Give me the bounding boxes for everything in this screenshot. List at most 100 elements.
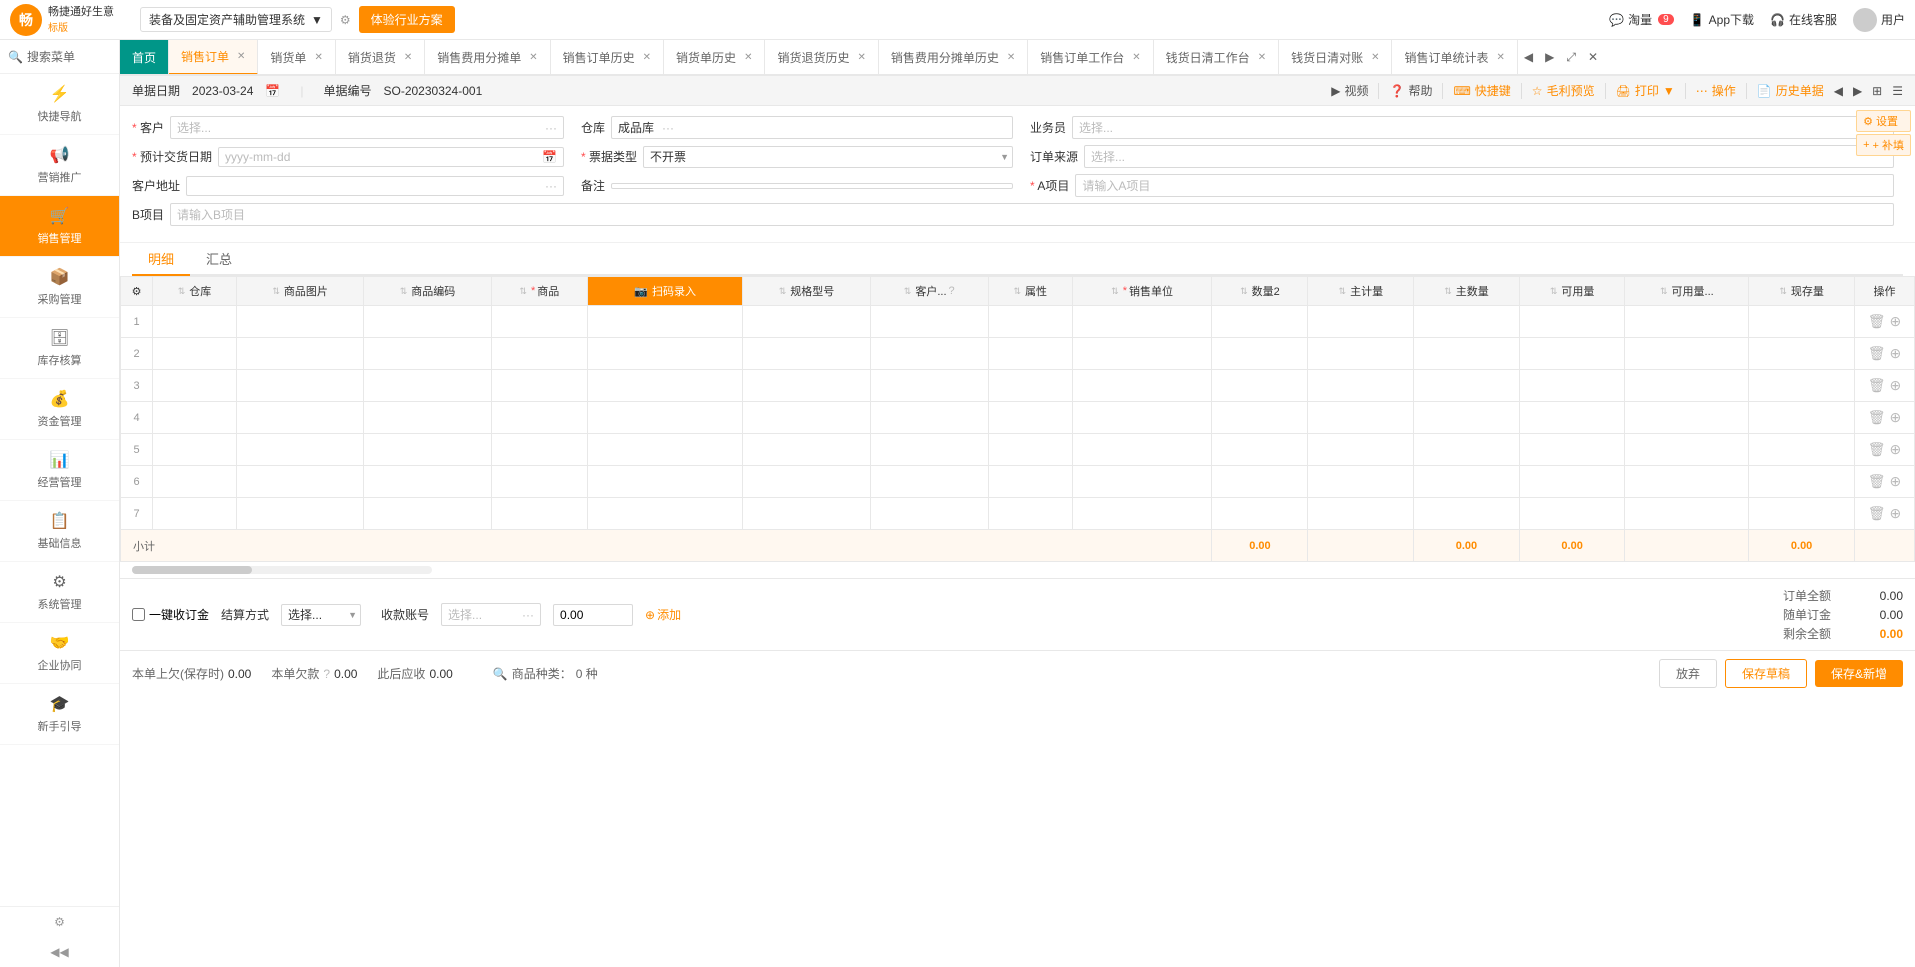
sidebar-item-guide[interactable]: 🎓 新手引导 (0, 684, 119, 745)
row-product-code-cell[interactable] (364, 306, 491, 338)
online-support-btn[interactable]: 🎧 在线客服 (1770, 11, 1837, 28)
list-view-btn[interactable]: ☰ (1892, 84, 1903, 98)
tab-next-btn[interactable]: ▶ (1539, 40, 1560, 75)
row-qty2-cell[interactable] (1212, 306, 1308, 338)
tab-cash-daily-reconcile[interactable]: 钱货日清对账 ✕ (1279, 40, 1392, 75)
delete-icon[interactable]: 🗑 (1868, 505, 1886, 522)
sidebar-item-basic[interactable]: 📋 基础信息 (0, 501, 119, 562)
table-settings-icon[interactable]: ⚙ (132, 286, 142, 298)
tab-cash-daily-workbench[interactable]: 钱货日清工作台 ✕ (1154, 40, 1279, 75)
tab-home[interactable]: 首页 (120, 40, 169, 75)
detail-tab-detail[interactable]: 明细 (132, 243, 190, 276)
messages-btn[interactable]: 💬 淘量 9 (1609, 11, 1674, 28)
tab-sales-order[interactable]: 销售订单 ✕ (169, 40, 258, 75)
save-new-btn[interactable]: 保存&新增 (1815, 660, 1903, 687)
tab-close-icon[interactable]: ✕ (744, 52, 752, 63)
discard-btn[interactable]: 放弃 (1659, 659, 1717, 688)
tab-close-icon[interactable]: ✕ (1132, 52, 1140, 63)
expand-icon[interactable]: ··· (545, 179, 557, 193)
save-draft-btn[interactable]: 保存草稿 (1725, 659, 1807, 688)
expand-icon[interactable]: ··· (522, 608, 534, 622)
system-selector[interactable]: 装备及固定资产辅助管理系统 ▼ (140, 7, 332, 32)
row-main-unit-cell[interactable] (1308, 306, 1414, 338)
profit-btn[interactable]: ☆ 毛利预览 (1532, 82, 1595, 99)
tab-close-all-btn[interactable]: ✕ (1582, 40, 1604, 75)
print-btn[interactable]: 🖨 打印 ▼ (1616, 82, 1675, 99)
one-click-deposit-checkbox[interactable] (132, 608, 145, 621)
scan-col-header[interactable]: 📷 扫码录入 (588, 277, 743, 306)
tab-close-icon[interactable]: ✕ (529, 52, 537, 63)
sidebar-item-quick-nav[interactable]: ⚡ 快捷导航 (0, 74, 119, 135)
address-field[interactable]: ··· (186, 176, 564, 196)
shortcut-btn[interactable]: ⌨ 快捷键 (1453, 82, 1510, 99)
add-fields-btn[interactable]: + + 补填 (1856, 134, 1911, 156)
a-project-field[interactable]: 请输入A项目 (1075, 174, 1894, 197)
b-project-field[interactable]: 请输入B项目 (170, 203, 1894, 226)
tab-sales-order-history[interactable]: 销售订单历史 ✕ (551, 40, 664, 75)
copy-icon[interactable]: ⊕ (1890, 345, 1902, 362)
row-warehouse-cell[interactable] (153, 306, 237, 338)
sidebar-settings-btn[interactable]: ⚙ (0, 907, 119, 937)
tab-prev-btn[interactable]: ◀ (1518, 40, 1539, 75)
tab-close-icon[interactable]: ✕ (643, 52, 651, 63)
copy-icon[interactable]: ⊕ (1890, 377, 1902, 394)
copy-icon[interactable]: ⊕ (1890, 409, 1902, 426)
delete-icon[interactable]: 🗑 (1868, 377, 1886, 394)
row-spec-cell[interactable] (743, 306, 870, 338)
sidebar-item-enterprise[interactable]: 🤝 企业协同 (0, 623, 119, 684)
delete-icon[interactable]: 🗑 (1868, 441, 1886, 458)
app-download-btn[interactable]: 📱 App下载 (1690, 11, 1754, 28)
tab-close-icon[interactable]: ✕ (1007, 52, 1015, 63)
scroll-track[interactable] (132, 566, 432, 574)
tab-close-icon[interactable]: ✕ (857, 52, 865, 63)
tab-sales-expense-split[interactable]: 销售费用分摊单 ✕ (425, 40, 550, 75)
sidebar-item-finance[interactable]: 💰 资金管理 (0, 379, 119, 440)
settings-col-header[interactable]: ⚙ (121, 277, 153, 306)
copy-icon[interactable]: ⊕ (1890, 313, 1902, 330)
order-source-field[interactable]: 选择... (1084, 145, 1894, 168)
tab-sales-refund[interactable]: 销货退货 ✕ (336, 40, 425, 75)
delivery-date-field[interactable]: yyyy-mm-dd 📅 (218, 147, 564, 167)
warehouse-field[interactable]: 成品库 ··· (611, 116, 1013, 139)
settings-btn[interactable]: ⚙ 设置 (1856, 110, 1911, 132)
row-attribute-cell[interactable] (988, 306, 1072, 338)
sidebar-collapse-btn[interactable]: ◀◀ (0, 937, 119, 967)
sidebar-item-ops[interactable]: 📊 经营管理 (0, 440, 119, 501)
invoice-type-input[interactable]: 不开票 增值税普通发票 增值税专用发票 (643, 146, 1013, 168)
help-btn[interactable]: ❓ 帮助 (1389, 82, 1432, 99)
settings-icon[interactable]: ⚙ (340, 13, 351, 27)
delete-icon[interactable]: 🗑 (1868, 473, 1886, 490)
tab-expand-btn[interactable]: ⤢ (1560, 40, 1582, 75)
row-sales-unit-cell[interactable] (1072, 306, 1212, 338)
copy-icon[interactable]: ⊕ (1890, 505, 1902, 522)
nav-prev-btn[interactable]: ◀ (1834, 84, 1843, 98)
remark-field[interactable] (611, 183, 1013, 189)
add-deposit-btn[interactable]: ⊕ 添加 (645, 606, 681, 623)
account-field[interactable]: 选择... ··· (441, 603, 541, 626)
delete-icon[interactable]: 🗑 (1868, 313, 1886, 330)
expand-icon[interactable]: ··· (662, 121, 674, 135)
sidebar-item-system[interactable]: ⚙ 系统管理 (0, 562, 119, 623)
tab-sales-order-stats[interactable]: 销售订单统计表 ✕ (1392, 40, 1517, 75)
payment-method-select[interactable]: 选择... (281, 604, 361, 626)
delete-icon[interactable]: 🗑 (1868, 345, 1886, 362)
tab-close-icon[interactable]: ✕ (1258, 52, 1266, 63)
deposit-amount-input[interactable] (553, 604, 633, 626)
tab-close-icon[interactable]: ✕ (237, 51, 245, 62)
tab-sales-refund-history[interactable]: 销货退货历史 ✕ (765, 40, 878, 75)
one-click-deposit-label[interactable]: 一键收订金 (132, 606, 209, 623)
industry-btn[interactable]: 体验行业方案 (359, 6, 455, 33)
sidebar-item-marketing[interactable]: 📢 营销推广 (0, 135, 119, 196)
row-main-qty-cell[interactable] (1414, 306, 1520, 338)
calendar-icon[interactable]: 📅 (265, 84, 280, 98)
delete-icon[interactable]: 🗑 (1868, 409, 1886, 426)
tab-close-icon[interactable]: ✕ (1371, 52, 1379, 63)
operation-btn[interactable]: ⋯ 操作 (1696, 82, 1736, 99)
nav-next-btn[interactable]: ▶ (1853, 84, 1862, 98)
expand-icon[interactable]: ··· (545, 121, 557, 135)
calendar-icon[interactable]: 📅 (542, 150, 557, 164)
tab-close-icon[interactable]: ✕ (404, 52, 412, 63)
scroll-thumb[interactable] (132, 566, 252, 574)
tab-sales-return-history[interactable]: 销货单历史 ✕ (664, 40, 765, 75)
view-btn[interactable]: ▶ 视频 (1331, 82, 1368, 99)
